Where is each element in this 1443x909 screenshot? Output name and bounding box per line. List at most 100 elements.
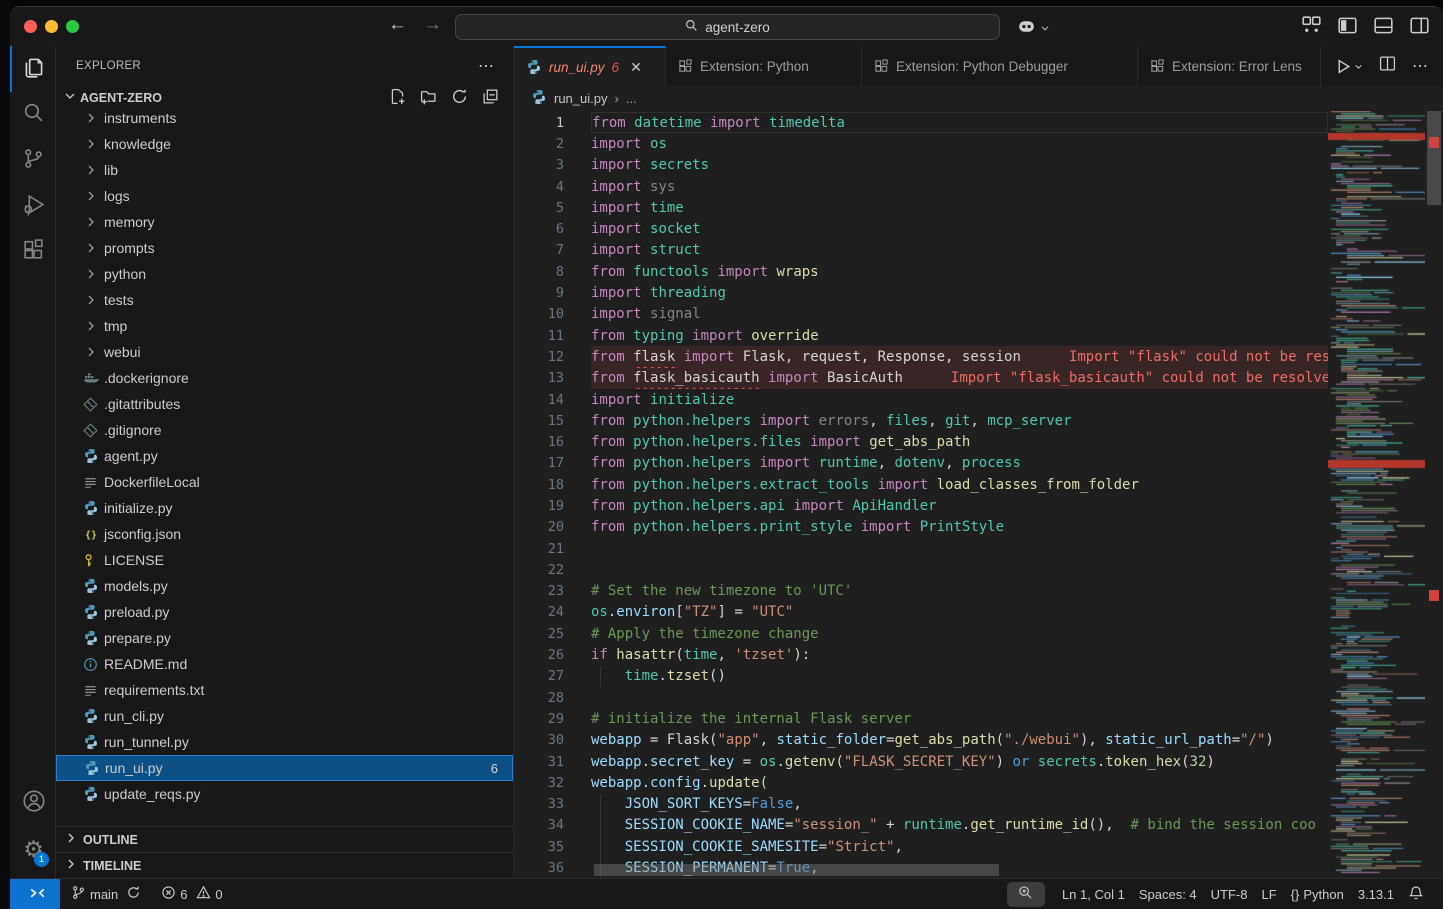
tree-file-license[interactable]: LICENSE (56, 547, 513, 573)
tab-extension-python-debugger[interactable]: Extension: Python Debugger (862, 46, 1138, 86)
explorer-more-actions-button[interactable]: ⋯ (478, 56, 495, 76)
tree-folder-prompts[interactable]: prompts (56, 235, 513, 261)
tree-file-initialize-py[interactable]: initialize.py (56, 495, 513, 521)
toggle-secondary-sidebar-button[interactable] (1410, 16, 1429, 35)
code-line-32[interactable]: 32 webapp. config. update( (514, 772, 1328, 793)
code-line-24[interactable]: 24 os. environ["TZ"] = "UTC" (514, 602, 1328, 623)
code-line-35[interactable]: 35 SESSION_COOKIE_SAMESITE = "Strict", (514, 836, 1328, 858)
timeline-panel-header[interactable]: TIMELINE (56, 852, 513, 878)
python-interpreter-button[interactable]: 3.13.1 (1351, 887, 1401, 902)
tree-folder-instruments[interactable]: instruments (56, 105, 513, 131)
tree-file-requirements-txt[interactable]: requirements.txt (56, 677, 513, 703)
tree-file-agent-py[interactable]: agent.py (56, 443, 513, 469)
code-line-31[interactable]: 31 webapp. secret_key = os. getenv("FLASK_S… (514, 751, 1328, 772)
accounts-button[interactable] (10, 780, 55, 826)
code-line-16[interactable]: 16 from python.helpers.files import get_a… (514, 431, 1328, 452)
code-editor[interactable]: 1 from datetime import timedelta 2 import o… (514, 111, 1443, 878)
tree-file-preload-py[interactable]: preload.py (56, 599, 513, 625)
code-line-27[interactable]: 27 time. tzset() (514, 665, 1328, 688)
tree-file-run-ui-py[interactable]: run_ui.py 6 (56, 755, 513, 781)
code-line-34[interactable]: 34 SESSION_COOKIE_NAME = "session_" + runt… (514, 814, 1328, 837)
code-line-18[interactable]: 18 from python.helpers.extract_tools impo… (514, 474, 1328, 495)
tree-folder-python[interactable]: python (56, 261, 513, 287)
code-line-23[interactable]: 23 # Set the new timezone to 'UTC' (514, 581, 1328, 602)
tree-file-prepare-py[interactable]: prepare.py (56, 625, 513, 651)
settings-button[interactable]: ⚙ 1 (10, 826, 55, 872)
code-line-4[interactable]: 4 import sys (514, 176, 1328, 197)
code-line-6[interactable]: 6 import socket (514, 218, 1328, 239)
back-button[interactable]: ← (388, 14, 407, 36)
code-line-28[interactable]: 28 (514, 687, 1328, 708)
tree-file-update-reqs-py[interactable]: update_reqs.py (56, 781, 513, 807)
branch-status-button[interactable]: main (64, 879, 148, 909)
editor-more-actions-button[interactable]: ⋯ (1412, 56, 1429, 76)
code-line-17[interactable]: 17 from python.helpers import runtime, do… (514, 453, 1328, 474)
tab-run-ui-py[interactable]: run_ui.py 6 ✕ (514, 46, 666, 86)
code-line-33[interactable]: 33 JSON_SORT_KEYS = False, (514, 793, 1328, 815)
split-editor-button[interactable] (1379, 55, 1396, 77)
command-center-search[interactable]: agent-zero (455, 14, 1000, 40)
tree-file-run-cli-py[interactable]: run_cli.py (56, 703, 513, 729)
tree-folder-webui[interactable]: webui (56, 339, 513, 365)
tree-file--gitignore[interactable]: .gitignore (56, 417, 513, 443)
tree-folder-tests[interactable]: tests (56, 287, 513, 313)
tree-folder-tmp[interactable]: tmp (56, 313, 513, 339)
code-line-25[interactable]: 25 # Apply the timezone change (514, 623, 1328, 644)
code-line-11[interactable]: 11 from typing import override (514, 325, 1328, 346)
activity-extensions-button[interactable] (10, 230, 55, 276)
forward-button[interactable]: → (423, 14, 442, 36)
close-tab-button[interactable]: ✕ (630, 59, 642, 76)
code-line-13[interactable]: 13 from flask_basicauth import BasicAuth I… (514, 367, 1328, 389)
copilot-menu[interactable] (1016, 16, 1050, 42)
toggle-primary-sidebar-button[interactable] (1338, 16, 1357, 35)
activity-run-debug-button[interactable] (10, 184, 55, 230)
close-window-button[interactable] (24, 20, 37, 33)
zoom-status-button[interactable] (1006, 881, 1045, 907)
eol-button[interactable]: LF (1255, 887, 1284, 902)
code-line-22[interactable]: 22 (514, 559, 1328, 580)
cursor-position-button[interactable]: Ln 1, Col 1 (1055, 887, 1132, 902)
tree-file-models-py[interactable]: models.py (56, 573, 513, 599)
code-line-2[interactable]: 2 import os (514, 133, 1328, 154)
code-line-12[interactable]: 12 from flask import Flask, request, Resp… (514, 346, 1328, 368)
encoding-button[interactable]: UTF-8 (1204, 887, 1255, 902)
minimap[interactable] (1328, 111, 1425, 878)
activity-explorer-button[interactable] (10, 46, 55, 92)
code-line-20[interactable]: 20 from python.helpers.print_style import… (514, 517, 1328, 538)
code-line-26[interactable]: 26 if hasattr(time, 'tzset'): (514, 644, 1328, 665)
customize-layout-button[interactable] (1302, 16, 1321, 35)
code-line-1[interactable]: 1 from datetime import timedelta (514, 112, 1328, 134)
code-line-10[interactable]: 10 import signal (514, 304, 1328, 325)
breadcrumb-symbol-ellipsis[interactable]: ... (626, 91, 637, 106)
tree-folder-memory[interactable]: memory (56, 209, 513, 235)
code-line-7[interactable]: 7 import struct (514, 240, 1328, 261)
code-line-3[interactable]: 3 import secrets (514, 155, 1328, 176)
code-line-19[interactable]: 19 from python.helpers.api import ApiHand… (514, 495, 1328, 516)
problems-status-button[interactable]: 6 0 (154, 879, 229, 909)
code-line-9[interactable]: 9 import threading (514, 282, 1328, 303)
notifications-button[interactable] (1401, 885, 1431, 904)
minimize-window-button[interactable] (45, 20, 58, 33)
tree-folder-knowledge[interactable]: knowledge (56, 131, 513, 157)
tree-file-jsconfig-json[interactable]: {} jsconfig.json (56, 521, 513, 547)
remote-indicator-button[interactable] (10, 879, 60, 909)
tab-extension-python[interactable]: Extension: Python (666, 46, 862, 86)
activity-search-button[interactable] (10, 92, 55, 138)
zoom-window-button[interactable] (66, 20, 79, 33)
tree-file--gitattributes[interactable]: .gitattributes (56, 391, 513, 417)
indentation-button[interactable]: Spaces: 4 (1132, 887, 1204, 902)
code-line-8[interactable]: 8 from functools import wraps (514, 261, 1328, 282)
horizontal-scrollbar[interactable] (594, 864, 999, 876)
tab-extension-error-lens[interactable]: Extension: Error Lens (1138, 46, 1321, 86)
language-mode-button[interactable]: {} Python (1284, 887, 1351, 902)
tree-file-readme-md[interactable]: README.md (56, 651, 513, 677)
run-python-file-button[interactable] (1335, 58, 1363, 75)
vertical-scrollbar[interactable] (1425, 111, 1443, 878)
code-line-21[interactable]: 21 (514, 538, 1328, 559)
tree-folder-lib[interactable]: lib (56, 157, 513, 183)
code-line-5[interactable]: 5 import time (514, 197, 1328, 218)
tree-file--dockerignore[interactable]: .dockerignore (56, 365, 513, 391)
code-line-15[interactable]: 15 from python.helpers import errors, fil… (514, 410, 1328, 431)
code-line-30[interactable]: 30 webapp = Flask("app", static_folder = ge… (514, 730, 1328, 751)
outline-panel-header[interactable]: OUTLINE (56, 826, 513, 852)
